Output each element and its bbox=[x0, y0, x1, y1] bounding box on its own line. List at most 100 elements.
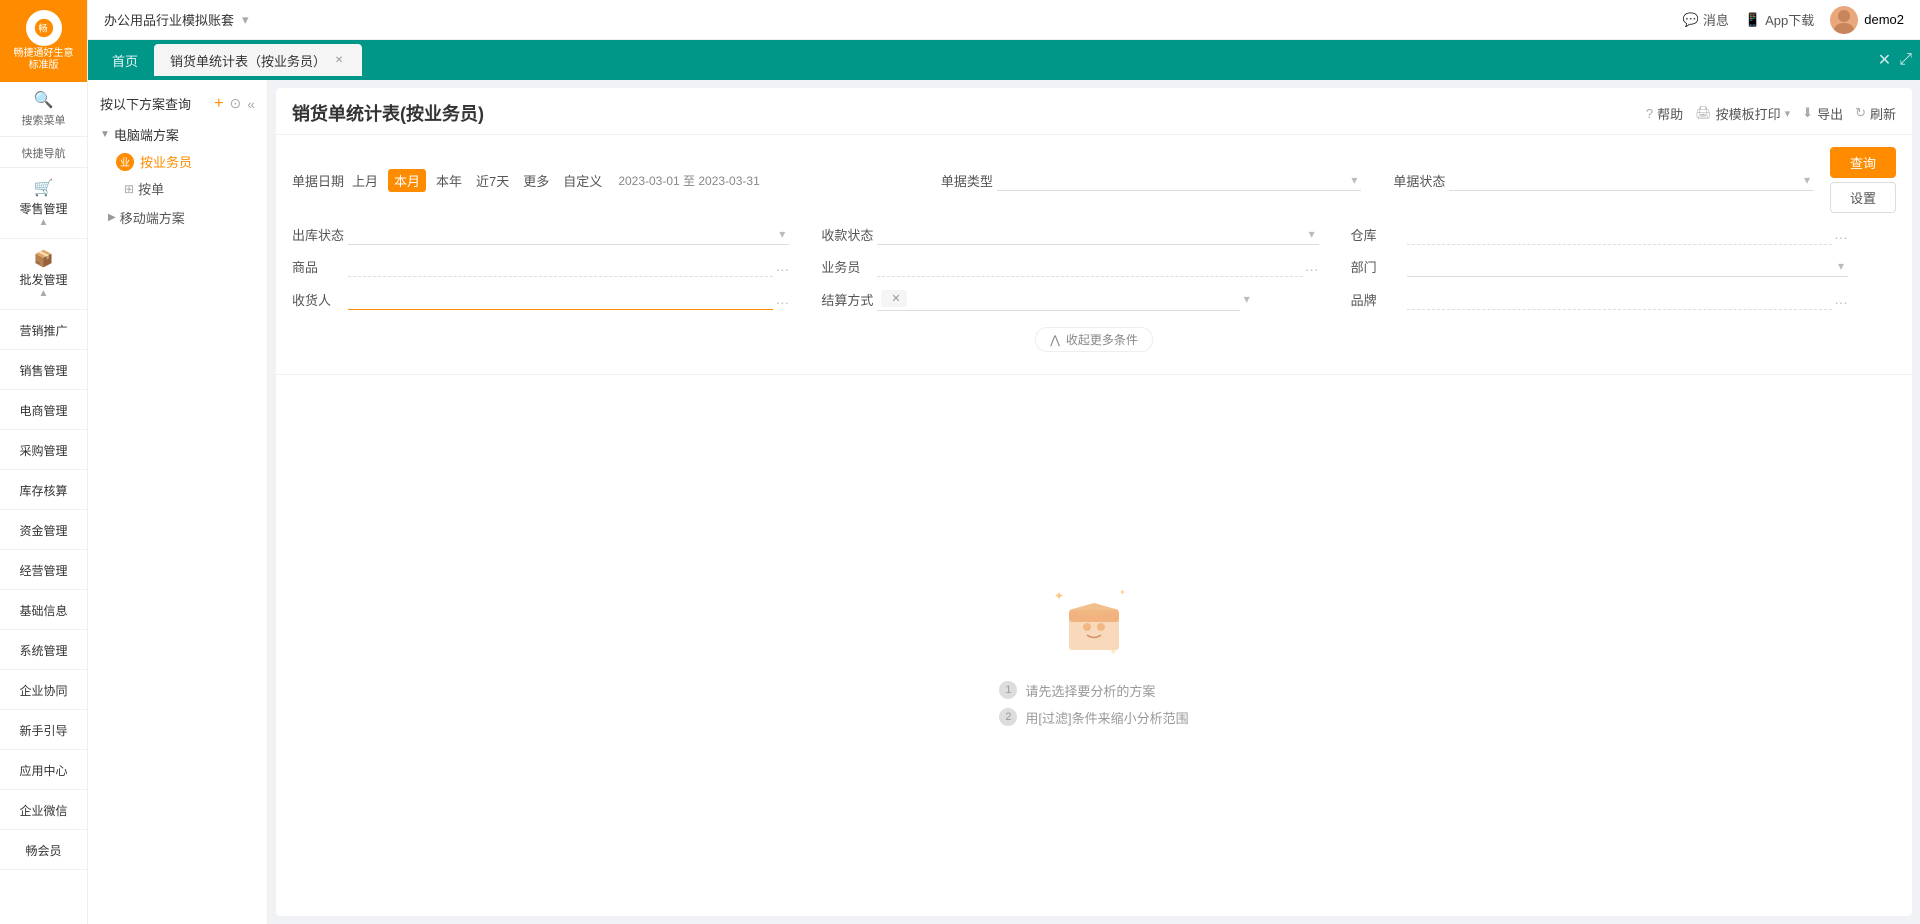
topbar-dropdown-icon[interactable]: ▾ bbox=[242, 12, 249, 28]
docstatus-select[interactable]: ▾ bbox=[1449, 170, 1814, 191]
paystatus-select[interactable]: ▾ bbox=[877, 224, 1318, 245]
warehouse-input[interactable] bbox=[1407, 223, 1832, 245]
filter-area: 单据日期 上月 本月 本年 近7天 更多 自定义 2023-03-01 至 20… bbox=[276, 135, 1912, 375]
print-btn[interactable]: 🖨 按模板打印 ▾ bbox=[1695, 104, 1790, 123]
warehouse-dots[interactable]: … bbox=[1834, 226, 1848, 242]
add-plan-btn[interactable]: + bbox=[214, 95, 223, 113]
brand-dots[interactable]: … bbox=[1834, 291, 1848, 307]
date-tab-lastmonth[interactable]: 上月 bbox=[348, 169, 382, 192]
finance-label: 资金管理 bbox=[19, 522, 67, 539]
sidebar-item-enterprise[interactable]: 企业协同 bbox=[0, 670, 87, 710]
help-label: 帮助 bbox=[1657, 104, 1683, 123]
sidebar-item-member[interactable]: 畅会员 bbox=[0, 830, 87, 870]
page-title: 销货单统计表(按业务员) bbox=[292, 100, 484, 126]
filter-department: 部门 ▾ bbox=[1351, 256, 1848, 277]
refresh-btn[interactable]: ↻ 刷新 bbox=[1855, 104, 1896, 123]
settings-plan-btn[interactable]: ⊙ bbox=[229, 95, 241, 112]
member-label: 畅会员 bbox=[25, 842, 61, 859]
marketing-label: 营销推广 bbox=[19, 322, 67, 339]
sidebar-item-operation[interactable]: 经营管理 bbox=[0, 550, 87, 590]
message-icon: 💬 bbox=[1683, 12, 1699, 28]
sidebar-item-ecommerce[interactable]: 电商管理 bbox=[0, 390, 87, 430]
plan-child-salesman[interactable]: 业 按业务员 bbox=[96, 148, 259, 175]
sidebar-item-sales[interactable]: 销售管理 bbox=[0, 350, 87, 390]
collapse-panel-btn[interactable]: « bbox=[247, 96, 255, 112]
tabbar: 首页 销货单统计表（按业务员） ✕ ✕ ⤢ bbox=[88, 40, 1920, 80]
tab-expand-icon[interactable]: ⤢ bbox=[1899, 51, 1912, 69]
tab-report[interactable]: 销货单统计表（按业务员） ✕ bbox=[154, 44, 362, 76]
refresh-icon: ↻ bbox=[1855, 105, 1866, 121]
filter-outstatus: 出库状态 ▾ bbox=[292, 224, 789, 245]
tab-close-all-icon[interactable]: ✕ bbox=[1878, 50, 1891, 70]
collapse-label: 收起更多条件 bbox=[1066, 331, 1138, 348]
doctype-label: 单据类型 bbox=[941, 171, 997, 190]
sidebar-item-inventory[interactable]: 库存核算 bbox=[0, 470, 87, 510]
plan-parent-mobile[interactable]: ▶ 移动端方案 bbox=[104, 204, 267, 231]
left-panel: 按以下方案查询 + ⊙ « ▼ 电脑端方案 业 按业务员 ⊞ 按 bbox=[88, 80, 268, 924]
filter-row-4: 收货人 … 结算方式 ✕ ▾ bbox=[292, 287, 1896, 311]
operation-label: 经营管理 bbox=[19, 562, 67, 579]
salesman-dots[interactable]: … bbox=[1305, 258, 1319, 274]
sidebar-search-menu[interactable]: 🔍 搜索菜单 bbox=[0, 82, 87, 137]
date-tab-thismonth[interactable]: 本月 bbox=[388, 169, 426, 192]
docstatus-arrow: ▾ bbox=[1804, 173, 1810, 187]
receiver-dots[interactable]: … bbox=[775, 291, 789, 307]
plan-child-by-order[interactable]: ⊞ 按单 bbox=[96, 175, 259, 202]
collapse-up-icon: ⋀ bbox=[1050, 333, 1060, 347]
doctype-select[interactable]: ▾ bbox=[997, 170, 1362, 191]
settings-btn[interactable]: 设置 bbox=[1830, 182, 1896, 213]
sidebar-item-wholesale[interactable]: 📦 批发管理 ▲ bbox=[0, 239, 87, 310]
tab-close-btn[interactable]: ✕ bbox=[332, 53, 346, 67]
goods-input[interactable] bbox=[348, 255, 773, 277]
receiver-label: 收货人 bbox=[292, 290, 348, 309]
tab-home[interactable]: 首页 bbox=[96, 44, 154, 76]
collapse-bar[interactable]: ⋀ 收起更多条件 bbox=[292, 321, 1896, 362]
filter-brand: 品牌 … bbox=[1351, 288, 1848, 310]
retail-icon: 🛒 bbox=[34, 178, 54, 198]
topbar-title: 办公用品行业模拟账套 bbox=[104, 10, 234, 29]
date-tab-custom[interactable]: 自定义 bbox=[559, 169, 606, 192]
sidebar-item-newbie[interactable]: 新手引导 bbox=[0, 710, 87, 750]
date-tab-7days[interactable]: 近7天 bbox=[472, 169, 513, 192]
topbar-message-btn[interactable]: 💬 消息 bbox=[1683, 10, 1729, 29]
department-select[interactable]: ▾ bbox=[1407, 256, 1848, 277]
sidebar: 畅 畅捷通好生意 标准版 🔍 搜索菜单 快捷导航 🛒 零售管理 ▲ 📦 批发管理… bbox=[0, 0, 88, 924]
home-tab-label: 首页 bbox=[112, 51, 138, 70]
svg-text:✦: ✦ bbox=[1109, 647, 1117, 658]
system-label: 系统管理 bbox=[19, 642, 67, 659]
sidebar-item-basic[interactable]: 基础信息 bbox=[0, 590, 87, 630]
user-name: demo2 bbox=[1864, 12, 1904, 27]
filter-warehouse: 仓库 … bbox=[1351, 223, 1848, 245]
sidebar-item-purchase[interactable]: 采购管理 bbox=[0, 430, 87, 470]
docstatus-label: 单据状态 bbox=[1393, 171, 1449, 190]
settlement-tag-remove[interactable]: ✕ bbox=[891, 292, 900, 305]
salesman-input[interactable] bbox=[877, 255, 1302, 277]
settlement-dropdown[interactable]: ▾ bbox=[1240, 289, 1319, 309]
help-icon: ? bbox=[1646, 106, 1653, 121]
export-icon: ⬇ bbox=[1802, 105, 1813, 121]
sidebar-item-system[interactable]: 系统管理 bbox=[0, 630, 87, 670]
topbar-appdownload-btn[interactable]: 📱 App下载 bbox=[1745, 10, 1814, 29]
plan-parent-desktop[interactable]: ▼ 电脑端方案 bbox=[96, 121, 259, 148]
filter-docstatus: 单据状态 ▾ bbox=[1393, 170, 1814, 191]
query-btn[interactable]: 查询 bbox=[1830, 147, 1896, 178]
sidebar-item-wechat[interactable]: 企业微信 bbox=[0, 790, 87, 830]
outstatus-select[interactable]: ▾ bbox=[348, 224, 789, 245]
sidebar-shortcut-nav[interactable]: 快捷导航 bbox=[0, 137, 87, 168]
filter-doctype: 单据类型 ▾ bbox=[941, 170, 1362, 191]
brand-input[interactable] bbox=[1407, 288, 1832, 310]
print-label: 按模板打印 bbox=[1716, 104, 1781, 123]
date-tab-more[interactable]: 更多 bbox=[519, 169, 553, 192]
sidebar-item-marketing[interactable]: 营销推广 bbox=[0, 310, 87, 350]
sidebar-item-apps[interactable]: 应用中心 bbox=[0, 750, 87, 790]
sidebar-item-finance[interactable]: 资金管理 bbox=[0, 510, 87, 550]
topbar-user[interactable]: demo2 bbox=[1830, 6, 1904, 34]
goods-dots[interactable]: … bbox=[775, 258, 789, 274]
filter-date: 单据日期 上月 本月 本年 近7天 更多 自定义 2023-03-01 至 20… bbox=[292, 169, 909, 192]
help-btn[interactable]: ? 帮助 bbox=[1646, 104, 1683, 123]
receiver-input[interactable] bbox=[348, 288, 773, 310]
date-tab-thisyear[interactable]: 本年 bbox=[432, 169, 466, 192]
topbar: 办公用品行业模拟账套 ▾ 💬 消息 📱 App下载 demo2 bbox=[88, 0, 1920, 40]
sidebar-item-retail[interactable]: 🛒 零售管理 ▲ bbox=[0, 168, 87, 239]
export-btn[interactable]: ⬇ 导出 bbox=[1802, 104, 1843, 123]
